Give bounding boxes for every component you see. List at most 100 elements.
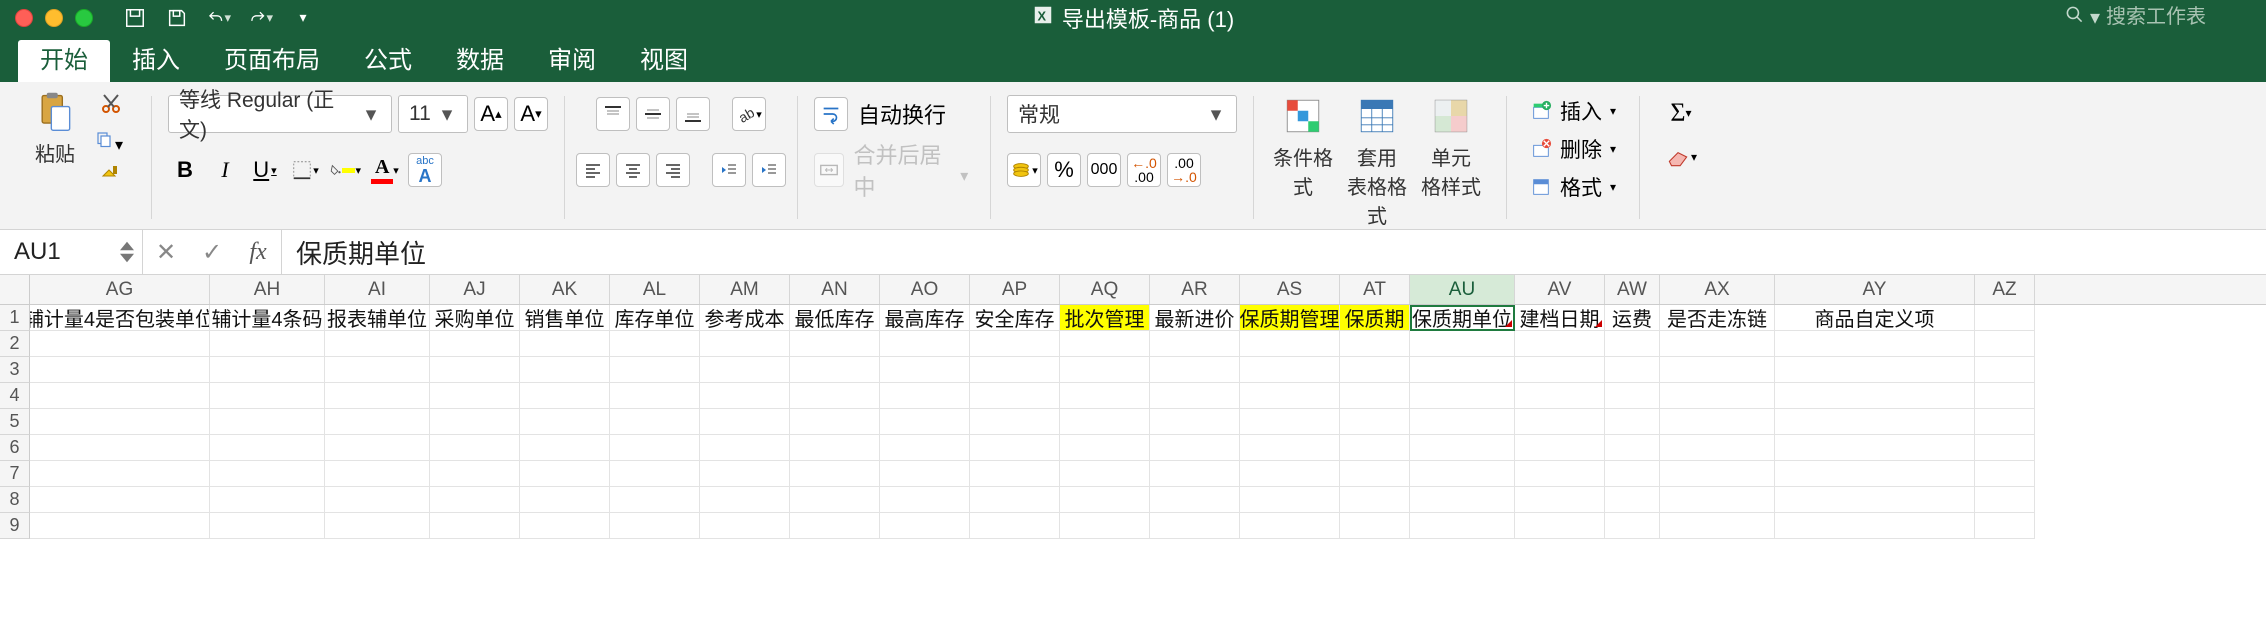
cell[interactable] [430,435,520,461]
cell[interactable]: 辅计量4是否包装单位 [30,305,210,331]
cell[interactable] [30,435,210,461]
cell[interactable] [520,435,610,461]
cell[interactable] [1150,461,1240,487]
cell[interactable] [1975,305,2035,331]
cell-styles-button[interactable]: 单元 格样式 [1418,94,1484,200]
row-header[interactable]: 6 [0,435,30,461]
cell[interactable] [1150,357,1240,383]
row-header[interactable]: 5 [0,409,30,435]
cut-button[interactable] [94,90,128,117]
cell[interactable]: 库存单位 [610,305,700,331]
cell[interactable] [700,331,790,357]
cell[interactable] [1340,383,1410,409]
cell[interactable] [210,487,325,513]
cell[interactable]: 销售单位 [520,305,610,331]
insert-cells-button[interactable]: 插入▾ [1523,94,1623,128]
cell[interactable] [210,357,325,383]
column-header[interactable]: AP [970,275,1060,304]
clear-button[interactable]: ▾ [1659,138,1703,176]
cell[interactable]: 最新进价 [1150,305,1240,331]
tab-formulas[interactable]: 公式 [342,40,434,82]
cell[interactable] [520,383,610,409]
orientation-button[interactable]: ab▾ [732,97,766,131]
cell[interactable] [1060,357,1150,383]
cell[interactable] [1515,383,1605,409]
cell[interactable] [520,357,610,383]
font-name-combo[interactable]: 等线 Regular (正文)▾ [168,95,392,133]
cell[interactable] [1975,409,2035,435]
cell[interactable]: 最低库存 [790,305,880,331]
cell[interactable] [1060,487,1150,513]
cell[interactable]: 是否走冻链 [1660,305,1775,331]
align-left-button[interactable] [576,153,610,187]
cell[interactable]: 安全库存 [970,305,1060,331]
copy-button[interactable]: ▾ [94,125,128,152]
cell[interactable] [30,357,210,383]
cell[interactable] [790,357,880,383]
cell[interactable] [1060,461,1150,487]
cell[interactable] [790,461,880,487]
merge-center-button[interactable] [814,153,844,187]
cell[interactable] [210,513,325,539]
decrease-decimal-button[interactable]: .00→.0 [1167,153,1201,187]
cell[interactable]: 采购单位 [430,305,520,331]
column-header[interactable]: AL [610,275,700,304]
cell[interactable] [610,487,700,513]
column-header[interactable]: AW [1605,275,1660,304]
cell[interactable] [1515,435,1605,461]
conditional-format-button[interactable]: 条件格式 [1270,94,1336,200]
minimize-window-button[interactable] [45,9,63,27]
cell[interactable] [1775,461,1975,487]
cell[interactable] [1410,331,1515,357]
cell[interactable] [1660,383,1775,409]
cell[interactable] [1775,435,1975,461]
cell[interactable] [1515,461,1605,487]
cell[interactable] [30,513,210,539]
align-right-button[interactable] [656,153,690,187]
cell[interactable] [1240,331,1340,357]
cell[interactable] [1605,513,1660,539]
close-window-button[interactable] [15,9,33,27]
tab-page-layout[interactable]: 页面布局 [202,40,342,82]
column-header[interactable]: AS [1240,275,1340,304]
cell[interactable] [1660,461,1775,487]
cell[interactable] [790,513,880,539]
italic-button[interactable]: I [208,153,242,187]
tab-view[interactable]: 视图 [618,40,710,82]
cell[interactable] [430,513,520,539]
column-header[interactable]: AH [210,275,325,304]
cell[interactable] [970,357,1060,383]
align-middle-button[interactable] [636,97,670,131]
currency-button[interactable]: ▾ [1007,153,1041,187]
search-box[interactable]: ▾ [2065,5,2246,30]
cell[interactable] [1975,357,2035,383]
cell[interactable] [1660,487,1775,513]
cell[interactable]: 批次管理 [1060,305,1150,331]
column-header[interactable]: AK [520,275,610,304]
column-header[interactable]: AO [880,275,970,304]
row-header[interactable]: 7 [0,461,30,487]
cell[interactable] [1340,331,1410,357]
cell[interactable] [1515,331,1605,357]
cell[interactable] [1775,487,1975,513]
column-header[interactable]: AY [1775,275,1975,304]
cell[interactable] [880,331,970,357]
qat-customize-button[interactable]: ▾ [291,6,315,30]
cell[interactable] [325,513,430,539]
cell[interactable] [1240,409,1340,435]
cell[interactable] [1975,383,2035,409]
accept-formula-button[interactable]: ✓ [189,230,235,274]
fx-button[interactable]: fx [235,230,281,274]
cell[interactable] [1975,513,2035,539]
cell[interactable] [1150,435,1240,461]
tab-insert[interactable]: 插入 [110,40,202,82]
cell[interactable] [1060,383,1150,409]
cell[interactable] [880,513,970,539]
format-as-table-button[interactable]: 套用 表格格式 [1344,94,1410,229]
cell[interactable] [880,435,970,461]
cell[interactable] [1605,461,1660,487]
cell[interactable] [325,487,430,513]
name-box[interactable]: AU1 [0,230,120,275]
row-header[interactable]: 9 [0,513,30,539]
cell[interactable] [610,461,700,487]
